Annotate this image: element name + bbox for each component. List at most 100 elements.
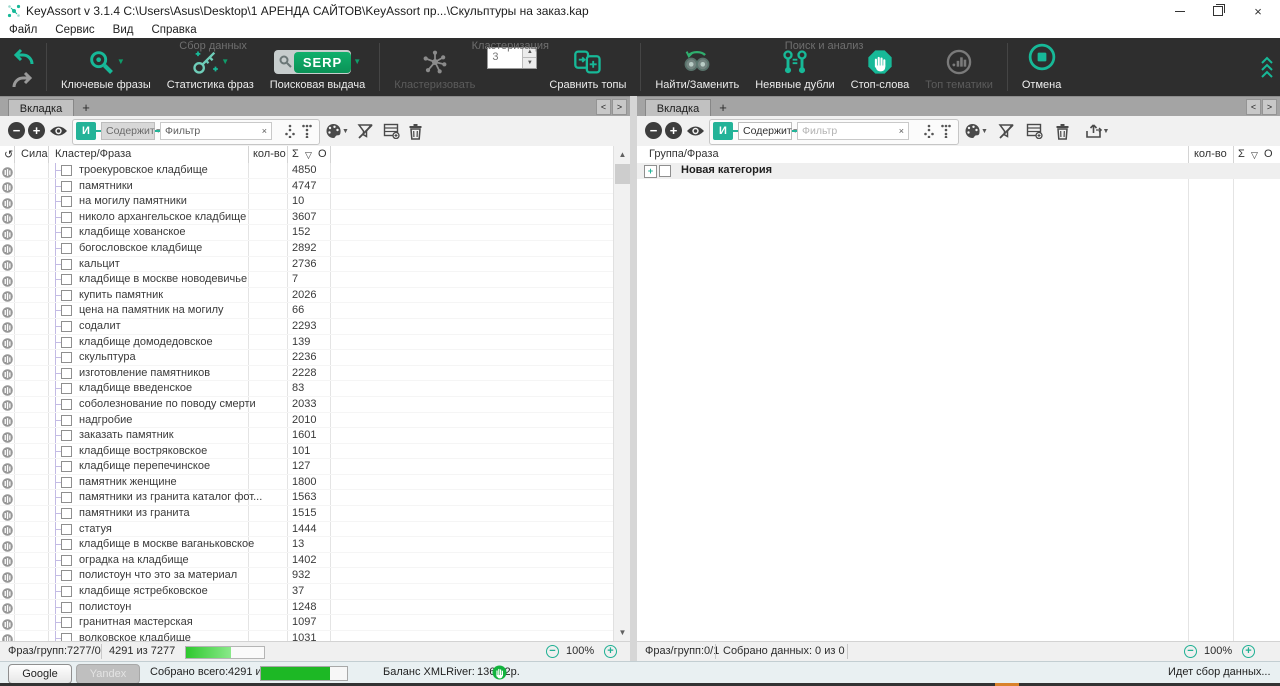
row-checkbox[interactable]: [61, 383, 72, 395]
implicit-duplicates-button[interactable]: Неявные дубли: [747, 47, 842, 91]
visibility-eye-icon[interactable]: [686, 125, 705, 137]
visibility-eye-icon[interactable]: [49, 125, 68, 137]
row-checkbox[interactable]: [61, 523, 72, 535]
clear-filter-icon[interactable]: ×: [899, 126, 904, 136]
menu-file[interactable]: Файл: [9, 24, 37, 36]
filter-condition-select[interactable]: Содержит▼: [738, 122, 799, 140]
cluster-row[interactable]: кладбище хованское 152: [0, 225, 613, 241]
export-button[interactable]: ▼: [1083, 123, 1111, 139]
dropdown-caret-icon[interactable]: ▼: [221, 58, 229, 66]
row-checkbox[interactable]: [61, 196, 72, 208]
palette-button[interactable]: ▼: [324, 123, 350, 139]
group-row[interactable]: + Новая категория: [637, 163, 1280, 179]
row-checkbox[interactable]: [61, 289, 72, 301]
row-checkbox[interactable]: [61, 258, 72, 270]
filter-and-button[interactable]: И: [713, 122, 733, 140]
col-count[interactable]: кол-во: [253, 148, 286, 160]
row-checkbox[interactable]: [61, 570, 72, 582]
col-count[interactable]: кол-во: [1194, 148, 1227, 160]
google-button[interactable]: Google: [8, 664, 72, 684]
row-checkbox[interactable]: [61, 430, 72, 442]
row-checkbox[interactable]: [61, 211, 72, 223]
right-add-tab-button[interactable]: +: [715, 99, 731, 115]
col-o[interactable]: O: [318, 148, 327, 160]
palette-button[interactable]: ▼: [963, 123, 989, 139]
zoom-out-button[interactable]: −: [546, 645, 559, 658]
row-checkbox[interactable]: [61, 476, 72, 488]
report-table-button[interactable]: [1025, 123, 1043, 139]
col-sum-icon[interactable]: Σ: [1238, 148, 1245, 160]
cluster-row[interactable]: гранитная мастерская 1097: [0, 615, 613, 631]
left-scrollbar[interactable]: ▲ ▼: [613, 146, 630, 641]
row-checkbox[interactable]: [61, 554, 72, 566]
row-checkbox[interactable]: [61, 242, 72, 254]
row-checkbox[interactable]: [61, 165, 72, 176]
row-checkbox[interactable]: [61, 617, 72, 629]
cluster-row[interactable]: скульптура 2236: [0, 350, 613, 366]
col-group[interactable]: Группа/Фраза: [649, 148, 719, 160]
cluster-row[interactable]: изготовление памятников 2228: [0, 366, 613, 382]
cluster-row[interactable]: цена на памятник на могилу 66: [0, 303, 613, 319]
row-checkbox[interactable]: [61, 461, 72, 473]
cluster-row[interactable]: кладбище домодедовское 139: [0, 335, 613, 351]
panel-splitter[interactable]: [630, 96, 637, 661]
left-tab-prev-button[interactable]: <: [596, 99, 611, 115]
cluster-row[interactable]: троекуровское кладбище 4850: [0, 163, 613, 179]
row-checkbox[interactable]: [61, 398, 72, 410]
stop-words-button[interactable]: Стоп-слова: [843, 47, 918, 91]
expand-all-button[interactable]: +: [665, 122, 682, 139]
cluster-row[interactable]: содалит 2293: [0, 319, 613, 335]
key-phrases-button[interactable]: ▼ Ключевые фразы: [53, 47, 159, 91]
cluster-row[interactable]: кладбище ястребковское 37: [0, 584, 613, 600]
col-sum-icon[interactable]: Σ: [292, 148, 299, 160]
row-checkbox[interactable]: [61, 601, 72, 613]
expand-group-icon[interactable]: +: [644, 165, 657, 178]
menu-service[interactable]: Сервис: [55, 24, 94, 36]
filter-input[interactable]: Фильтр ×: [160, 122, 272, 140]
cluster-row[interactable]: николо архангельское кладбище 3607: [0, 210, 613, 226]
right-tab-prev-button[interactable]: <: [1246, 99, 1261, 115]
col-funnel-icon[interactable]: ▽: [1251, 150, 1258, 161]
row-checkbox[interactable]: [61, 352, 72, 364]
clear-filter-icon[interactable]: ×: [262, 126, 267, 136]
cluster-row[interactable]: кладбище в москве новодевичье 7: [0, 272, 613, 288]
row-checkbox[interactable]: [61, 367, 72, 379]
cluster-row[interactable]: памятники из гранита каталог фот... 1563: [0, 490, 613, 507]
clear-filters-button[interactable]: [356, 123, 374, 139]
left-tab[interactable]: Вкладка: [8, 99, 74, 117]
zoom-in-button[interactable]: +: [1242, 645, 1255, 658]
row-checkbox[interactable]: [61, 586, 72, 598]
expand-tree-button[interactable]: [920, 123, 938, 139]
cluster-row[interactable]: статуя 1444: [0, 522, 613, 538]
row-checkbox[interactable]: [61, 336, 72, 348]
col-cluster[interactable]: Кластер/Фраза: [55, 148, 131, 160]
col-o[interactable]: O: [1264, 148, 1273, 160]
cluster-row[interactable]: памятник женщине 1800: [0, 475, 613, 491]
collapse-tree-button[interactable]: [937, 123, 955, 139]
row-checkbox[interactable]: [61, 445, 72, 457]
close-button[interactable]: ×: [1240, 0, 1276, 22]
spinner-down-icon[interactable]: ▼: [523, 57, 537, 68]
row-checkbox[interactable]: [61, 539, 72, 551]
left-add-tab-button[interactable]: +: [78, 99, 94, 115]
filter-and-button[interactable]: И: [76, 122, 96, 140]
cluster-row[interactable]: памятники из гранита 1515: [0, 506, 613, 522]
undo-button[interactable]: [11, 46, 35, 66]
scroll-up-icon[interactable]: ▲: [614, 146, 630, 163]
phrase-stats-button[interactable]: ▼ Статистика фраз: [159, 47, 262, 91]
cluster-row[interactable]: на могилу памятники 10: [0, 194, 613, 210]
expand-tree-button[interactable]: [281, 123, 299, 139]
cluster-row[interactable]: кладбище в москве ваганьковское 13: [0, 537, 613, 553]
cluster-row[interactable]: соболезнование по поводу смерти 2033: [0, 397, 613, 413]
cluster-row[interactable]: заказать памятник 1601: [0, 428, 613, 444]
clear-filters-button[interactable]: [997, 123, 1015, 139]
cluster-row[interactable]: кальцит 2736: [0, 257, 613, 273]
toolbar-collapse-button[interactable]: [1260, 38, 1280, 96]
left-tab-next-button[interactable]: >: [612, 99, 627, 115]
scroll-down-icon[interactable]: ▼: [614, 624, 630, 641]
collapse-tree-button[interactable]: [298, 123, 316, 139]
restore-button[interactable]: [1200, 0, 1236, 22]
cluster-row[interactable]: волковское кладбище 1031: [0, 631, 613, 641]
cluster-row[interactable]: кладбище перепечинское 127: [0, 459, 613, 475]
serp-button[interactable]: SERP ▼ Поисковая выдача: [262, 47, 373, 91]
